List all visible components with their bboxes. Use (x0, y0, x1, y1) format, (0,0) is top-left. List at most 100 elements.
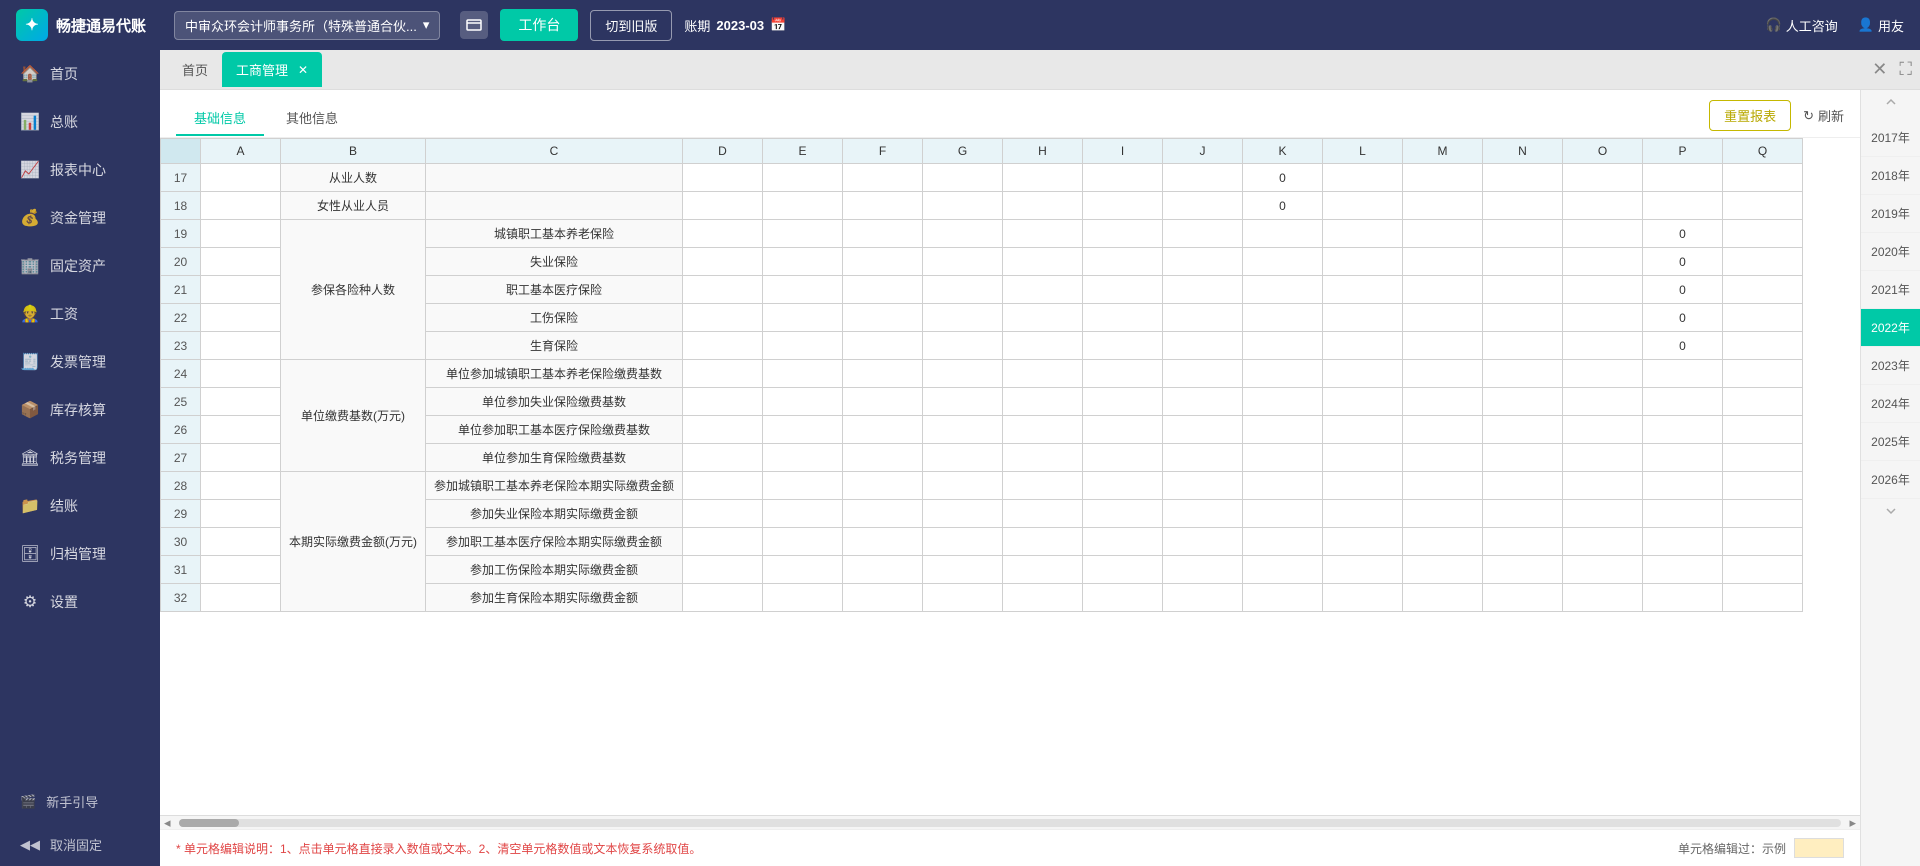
workbench-button[interactable]: 工作台 (500, 9, 578, 41)
cell-b[interactable]: 本期实际缴费金额(万元) (281, 472, 426, 612)
cell-empty[interactable] (1563, 276, 1643, 304)
year-2017[interactable]: 2017年 (1861, 119, 1920, 157)
sidebar-item-assets[interactable]: 🏢 固定资产 (0, 242, 160, 290)
cell-p[interactable] (1643, 192, 1723, 220)
cell-empty[interactable] (1563, 500, 1643, 528)
cell-empty[interactable] (1403, 416, 1483, 444)
cell-b[interactable]: 女性从业人员 (281, 192, 426, 220)
year-2021[interactable]: 2021年 (1861, 271, 1920, 309)
cell-q[interactable] (1723, 416, 1803, 444)
cell-empty[interactable] (763, 164, 843, 192)
cell-p[interactable] (1643, 388, 1723, 416)
cell-empty[interactable] (1323, 360, 1403, 388)
cell-empty[interactable] (1323, 248, 1403, 276)
cell-empty[interactable] (1563, 220, 1643, 248)
cell-empty[interactable] (1083, 528, 1163, 556)
cell-k[interactable] (1243, 584, 1323, 612)
cell-empty[interactable] (1483, 220, 1563, 248)
cell-p[interactable]: 0 (1643, 248, 1723, 276)
cell-empty[interactable] (1083, 248, 1163, 276)
cell-empty[interactable] (923, 248, 1003, 276)
cell-a[interactable] (201, 584, 281, 612)
cell-empty[interactable] (1483, 444, 1563, 472)
sidebar-item-invoice[interactable]: 🧾 发票管理 (0, 338, 160, 386)
cell-c[interactable]: 单位参加失业保险缴费基数 (426, 388, 683, 416)
cell-empty[interactable] (923, 332, 1003, 360)
cell-empty[interactable] (1563, 332, 1643, 360)
cell-p[interactable]: 0 (1643, 332, 1723, 360)
cell-empty[interactable] (1323, 192, 1403, 220)
sidebar-item-settings[interactable]: ⚙ 设置 (0, 578, 160, 626)
cell-c[interactable]: 参加生育保险本期实际缴费金额 (426, 584, 683, 612)
cell-empty[interactable] (1163, 556, 1243, 584)
cell-a[interactable] (201, 276, 281, 304)
refresh-button[interactable]: ↻ 刷新 (1803, 106, 1844, 125)
cell-a[interactable] (201, 500, 281, 528)
cell-empty[interactable] (763, 472, 843, 500)
cell-k[interactable] (1243, 472, 1323, 500)
year-2023[interactable]: 2023年 (1861, 347, 1920, 385)
cell-empty[interactable] (1403, 360, 1483, 388)
cell-c[interactable]: 生育保险 (426, 332, 683, 360)
horizontal-scrollbar[interactable]: ◂ ▸ (160, 815, 1860, 829)
cell-empty[interactable] (683, 584, 763, 612)
cell-empty[interactable] (1563, 192, 1643, 220)
tab-close-icon[interactable]: ✕ (298, 63, 308, 77)
cell-a[interactable] (201, 472, 281, 500)
cell-empty[interactable] (1323, 332, 1403, 360)
cell-empty[interactable] (843, 332, 923, 360)
cell-p[interactable] (1643, 164, 1723, 192)
cell-empty[interactable] (923, 444, 1003, 472)
cell-p[interactable]: 0 (1643, 276, 1723, 304)
cell-k[interactable] (1243, 500, 1323, 528)
cell-empty[interactable] (763, 444, 843, 472)
sidebar-item-inventory[interactable]: 📦 库存核算 (0, 386, 160, 434)
cell-empty[interactable] (1483, 528, 1563, 556)
cell-empty[interactable] (843, 248, 923, 276)
cell-c[interactable] (426, 164, 683, 192)
cell-empty[interactable] (763, 528, 843, 556)
cell-empty[interactable] (1323, 388, 1403, 416)
cell-empty[interactable] (1003, 416, 1083, 444)
cell-empty[interactable] (1003, 556, 1083, 584)
cell-empty[interactable] (1163, 584, 1243, 612)
cell-empty[interactable] (683, 164, 763, 192)
cell-p[interactable] (1643, 556, 1723, 584)
cell-c[interactable]: 参加城镇职工基本养老保险本期实际缴费金额 (426, 472, 683, 500)
cell-p[interactable] (1643, 416, 1723, 444)
cell-empty[interactable] (1003, 220, 1083, 248)
cell-empty[interactable] (843, 416, 923, 444)
sidebar-item-funds[interactable]: 💰 资金管理 (0, 194, 160, 242)
cell-p[interactable] (1643, 444, 1723, 472)
cell-empty[interactable] (923, 500, 1003, 528)
sub-tab-other[interactable]: 其他信息 (268, 101, 356, 136)
reset-report-button[interactable]: 重置报表 (1709, 100, 1791, 131)
cell-k[interactable] (1243, 220, 1323, 248)
cell-k[interactable] (1243, 248, 1323, 276)
cell-empty[interactable] (843, 500, 923, 528)
cell-empty[interactable] (923, 472, 1003, 500)
cell-empty[interactable] (1563, 444, 1643, 472)
cell-empty[interactable] (683, 472, 763, 500)
cell-empty[interactable] (923, 416, 1003, 444)
cell-k[interactable] (1243, 276, 1323, 304)
cell-empty[interactable] (843, 192, 923, 220)
cell-empty[interactable] (1163, 500, 1243, 528)
cell-empty[interactable] (1403, 276, 1483, 304)
cell-empty[interactable] (843, 388, 923, 416)
cell-q[interactable] (1723, 500, 1803, 528)
cell-empty[interactable] (1483, 360, 1563, 388)
cell-q[interactable] (1723, 444, 1803, 472)
cell-c[interactable]: 参加职工基本医疗保险本期实际缴费金额 (426, 528, 683, 556)
cell-p[interactable]: 0 (1643, 304, 1723, 332)
cell-empty[interactable] (1083, 220, 1163, 248)
cell-empty[interactable] (763, 556, 843, 584)
cell-p[interactable] (1643, 528, 1723, 556)
cell-empty[interactable] (1483, 192, 1563, 220)
cell-empty[interactable] (683, 192, 763, 220)
cell-empty[interactable] (843, 556, 923, 584)
cell-empty[interactable] (843, 360, 923, 388)
cell-empty[interactable] (1003, 304, 1083, 332)
cell-empty[interactable] (763, 416, 843, 444)
cell-a[interactable] (201, 304, 281, 332)
